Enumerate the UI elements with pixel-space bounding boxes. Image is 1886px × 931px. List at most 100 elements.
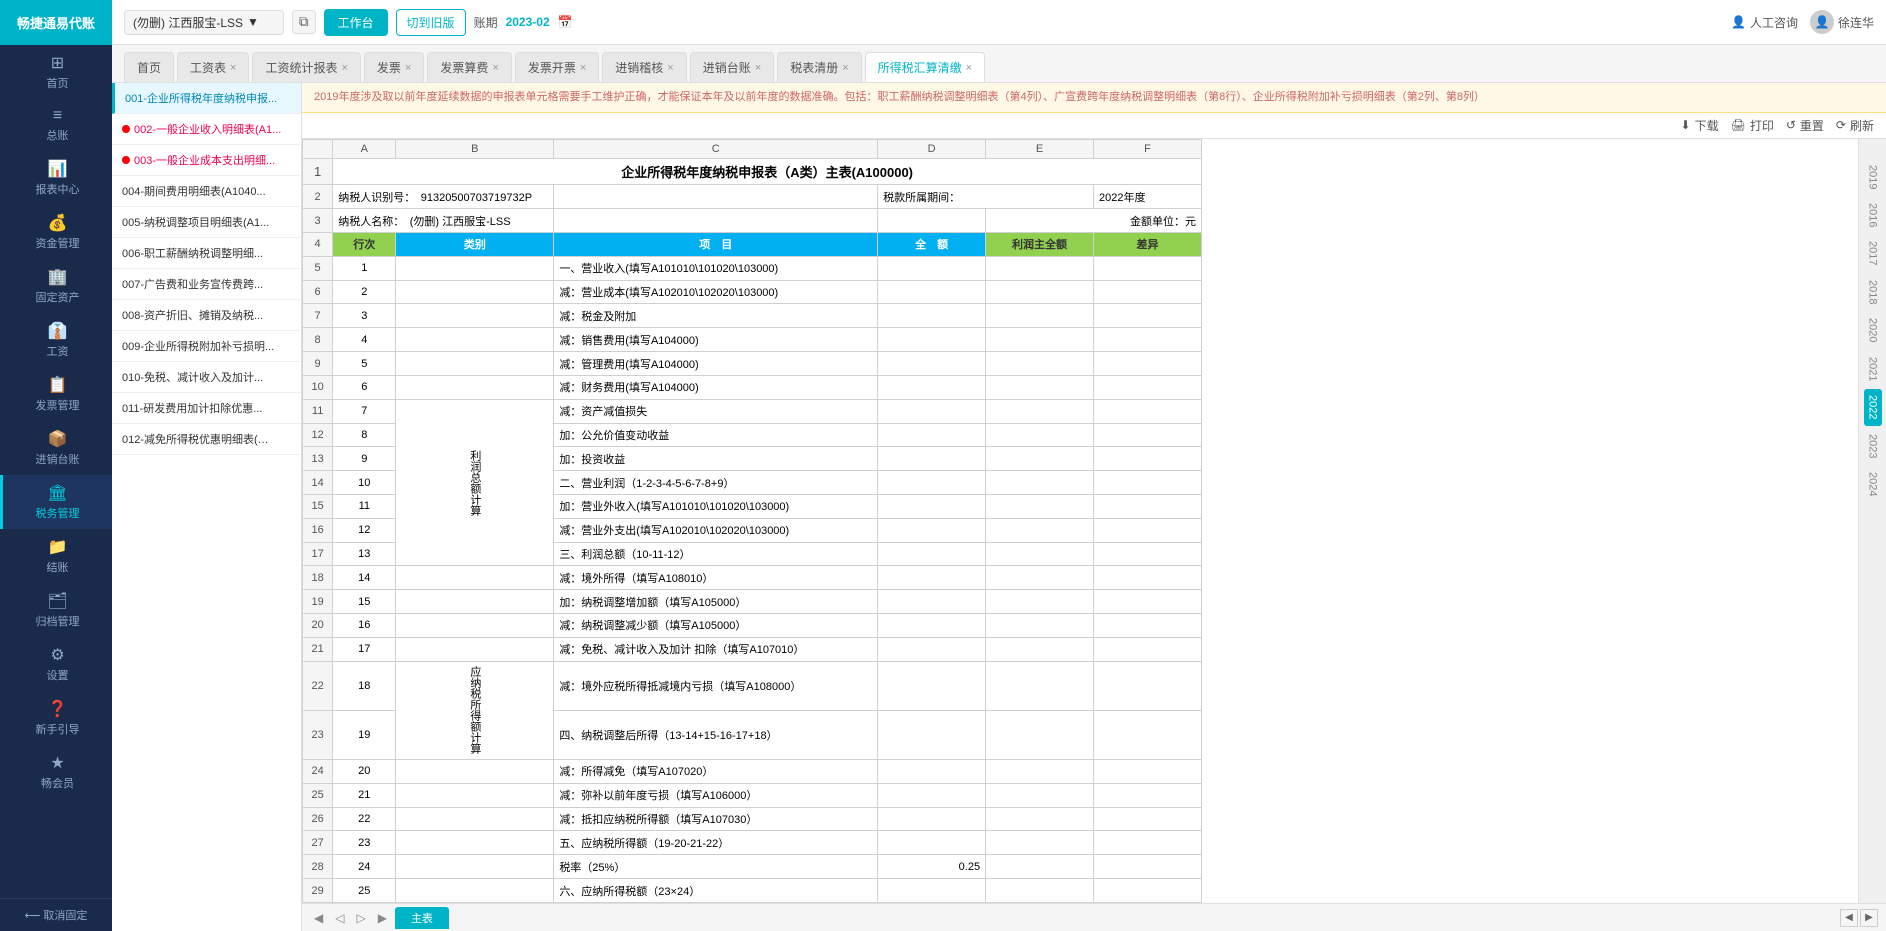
lrze-cell-23[interactable] [986, 855, 1094, 879]
sidebar-item-10[interactable]: 🗂归档管理 [0, 583, 112, 637]
chay-cell-12[interactable] [1094, 542, 1202, 566]
quane-cell-0[interactable] [878, 256, 986, 280]
chay-cell-5[interactable] [1094, 375, 1202, 399]
quane-cell-5[interactable] [878, 375, 986, 399]
chay-cell-8[interactable] [1094, 447, 1202, 471]
year-item-2020[interactable]: 2020 [1864, 312, 1882, 348]
work-btn[interactable]: 工作台 [324, 9, 388, 36]
sidebar-item-6[interactable]: 📋发票管理 [0, 367, 112, 421]
tab-2[interactable]: 工资统计报表× [252, 52, 360, 82]
quane-cell-16[interactable] [878, 637, 986, 661]
tab-1[interactable]: 工资表× [177, 52, 249, 82]
quane-cell-11[interactable] [878, 518, 986, 542]
year-item-2016[interactable]: 2016 [1864, 197, 1882, 233]
switch-btn[interactable]: 切到旧版 [396, 9, 466, 36]
quane-cell-4[interactable] [878, 352, 986, 376]
tab-close-3[interactable]: × [405, 62, 411, 74]
chay-cell-21[interactable] [1094, 807, 1202, 831]
form-list-item-6[interactable]: 007-广告费和业务宣传费跨... [112, 269, 301, 300]
sidebar-item-1[interactable]: ≡总账 [0, 99, 112, 151]
sidebar-item-2[interactable]: 📊报表中心 [0, 151, 112, 205]
tab-close-9[interactable]: × [966, 62, 972, 74]
sheet-container[interactable]: A B C D E F 1 企业所得税年度纳税申报表（A类）主表(A100000… [302, 139, 1858, 904]
quane-cell-19[interactable] [878, 760, 986, 784]
form-list-item-0[interactable]: 001-企业所得税年度纳税申报... [112, 83, 301, 114]
quane-cell-1[interactable] [878, 280, 986, 304]
sidebar-item-9[interactable]: 📁结账 [0, 529, 112, 583]
sidebar-item-11[interactable]: ⚙设置 [0, 637, 112, 691]
tab-5[interactable]: 发票开票× [515, 52, 599, 82]
form-list-item-9[interactable]: 010-免税、减计收入及加计... [112, 362, 301, 393]
refresh-btn[interactable]: ⟳ 刷新 [1836, 117, 1874, 134]
sidebar-item-12[interactable]: ❓新手引导 [0, 691, 112, 745]
tab-3[interactable]: 发票× [364, 52, 424, 82]
form-list-item-7[interactable]: 008-资产折旧、摊销及纳税... [112, 300, 301, 331]
chay-cell-16[interactable] [1094, 637, 1202, 661]
h-scroll-left[interactable]: ◀ [1840, 909, 1858, 927]
lrze-cell-15[interactable] [986, 614, 1094, 638]
year-item-2017[interactable]: 2017 [1864, 235, 1882, 271]
lrze-cell-0[interactable] [986, 256, 1094, 280]
year-item-2023[interactable]: 2023 [1864, 428, 1882, 464]
form-list-item-2[interactable]: 003-一般企业成本支出明细... [112, 145, 301, 176]
chay-cell-15[interactable] [1094, 614, 1202, 638]
chay-cell-6[interactable] [1094, 399, 1202, 423]
tab-close-4[interactable]: × [492, 62, 498, 74]
lrze-cell-8[interactable] [986, 447, 1094, 471]
quane-cell-21[interactable] [878, 807, 986, 831]
year-item-2018[interactable]: 2018 [1864, 274, 1882, 310]
tab-4[interactable]: 发票算费× [427, 52, 511, 82]
h-scroll-right[interactable]: ▶ [1860, 909, 1878, 927]
quane-cell-14[interactable] [878, 590, 986, 614]
download-btn[interactable]: ⬇ 下载 [1681, 117, 1719, 134]
lrze-cell-14[interactable] [986, 590, 1094, 614]
chay-cell-10[interactable] [1094, 494, 1202, 518]
form-list-item-4[interactable]: 005-纳税调整项目明细表(A1... [112, 207, 301, 238]
lrze-cell-22[interactable] [986, 831, 1094, 855]
tab-close-5[interactable]: × [580, 62, 586, 74]
tab-6[interactable]: 进销稽核× [602, 52, 686, 82]
sidebar-item-0[interactable]: ⊞首页 [0, 45, 112, 99]
quane-cell-15[interactable] [878, 614, 986, 638]
lrze-cell-21[interactable] [986, 807, 1094, 831]
chay-cell-22[interactable] [1094, 831, 1202, 855]
user-menu[interactable]: 👤 徐连华 [1810, 10, 1874, 34]
quane-cell-8[interactable] [878, 447, 986, 471]
year-item-2024[interactable]: 2024 [1864, 466, 1882, 502]
reset-btn[interactable]: ↺ 重置 [1786, 117, 1824, 134]
quane-cell-18[interactable] [878, 710, 986, 759]
year-item-2021[interactable]: 2021 [1864, 351, 1882, 387]
quane-cell-24[interactable] [878, 879, 986, 903]
lrze-cell-2[interactable] [986, 304, 1094, 328]
sidebar-item-7[interactable]: 📦进销台账 [0, 421, 112, 475]
sidebar-item-3[interactable]: 💰资金管理 [0, 205, 112, 259]
chay-cell-0[interactable] [1094, 256, 1202, 280]
sheet-nav-left[interactable]: ◀ [310, 909, 327, 927]
chay-cell-18[interactable] [1094, 710, 1202, 759]
tab-9[interactable]: 所得税汇算清缴× [865, 52, 985, 82]
chay-cell-1[interactable] [1094, 280, 1202, 304]
sheet-nav-prev[interactable]: ◁ [331, 909, 348, 927]
sheet-nav-next[interactable]: ▷ [352, 909, 369, 927]
quane-cell-17[interactable] [878, 661, 986, 710]
chay-cell-13[interactable] [1094, 566, 1202, 590]
chay-cell-11[interactable] [1094, 518, 1202, 542]
lrze-cell-4[interactable] [986, 352, 1094, 376]
sidebar-item-4[interactable]: 🏢固定资产 [0, 259, 112, 313]
bottom-tab-main[interactable]: 主表 [395, 907, 449, 929]
form-list-item-11[interactable]: 012-减免所得税优惠明细表(… [112, 424, 301, 455]
print-btn[interactable]: 🖨 打印 [1731, 117, 1774, 134]
copy-btn[interactable]: ⧉ [292, 10, 316, 34]
tab-7[interactable]: 进销台账× [690, 52, 774, 82]
year-item-2022[interactable]: 2022 [1864, 389, 1882, 425]
tab-close-6[interactable]: × [667, 62, 673, 74]
lrze-cell-9[interactable] [986, 471, 1094, 495]
quane-cell-3[interactable] [878, 328, 986, 352]
form-list-item-1[interactable]: 002-一般企业收入明细表(A1... [112, 114, 301, 145]
tab-0[interactable]: 首页 [124, 52, 174, 82]
tab-close-1[interactable]: × [230, 62, 236, 74]
chay-cell-2[interactable] [1094, 304, 1202, 328]
chay-cell-19[interactable] [1094, 760, 1202, 784]
quane-cell-2[interactable] [878, 304, 986, 328]
sidebar-item-8[interactable]: 🏛税务管理 [0, 475, 112, 529]
